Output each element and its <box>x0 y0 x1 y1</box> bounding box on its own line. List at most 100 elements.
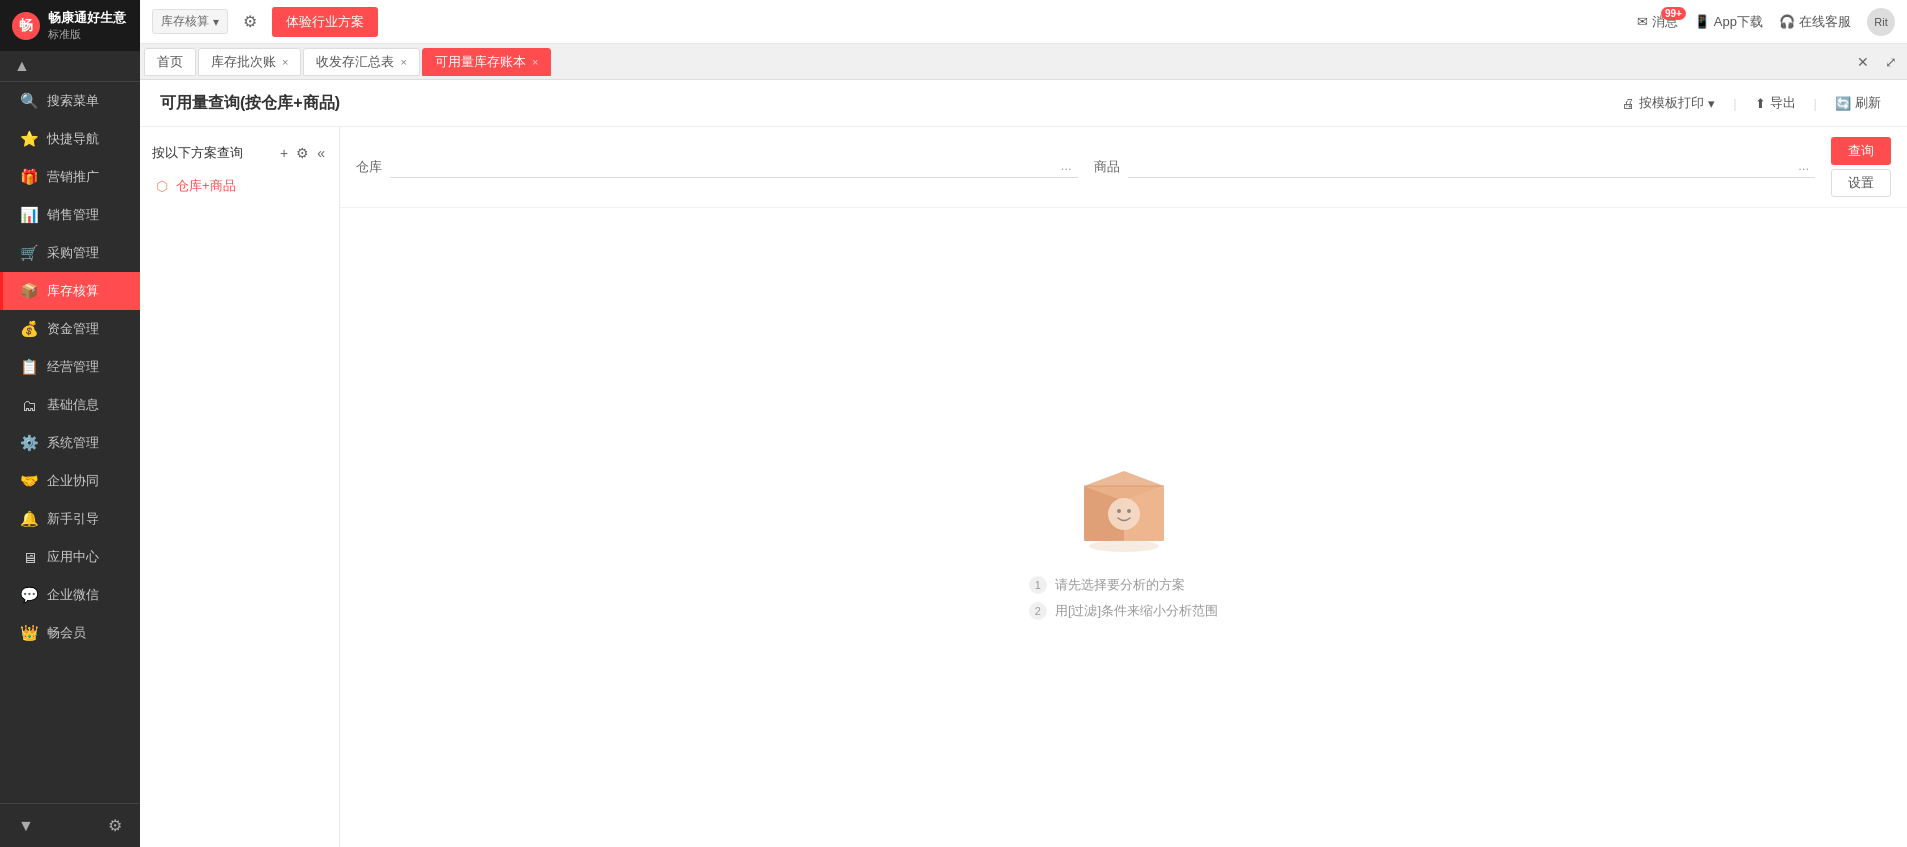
sidebar-item-inventory[interactable]: 📦 库存核算 <box>0 272 140 310</box>
phone-icon: 📱 <box>1694 14 1710 29</box>
sidebar-item-quicknav[interactable]: ⭐ 快捷导航 <box>0 120 140 158</box>
app-logo: 畅 <box>12 12 40 40</box>
app-edition: 标准版 <box>48 27 126 41</box>
filter-collapse-button[interactable]: « <box>315 143 327 163</box>
refresh-label: 刷新 <box>1855 94 1881 112</box>
tabs-end-buttons: ✕ ⤢ <box>1851 50 1903 74</box>
sidebar-item-label: 经营管理 <box>47 358 99 376</box>
sidebar-scroll-down[interactable]: ▼ <box>12 815 40 837</box>
app-download-label: App下载 <box>1714 13 1763 31</box>
refresh-icon: 🔄 <box>1835 96 1851 111</box>
sidebar-item-finance[interactable]: 💰 资金管理 <box>0 310 140 348</box>
filter-settings-button[interactable]: ⚙ <box>294 143 311 163</box>
filter-item-warehouse-product[interactable]: ⬡ 仓库+商品 <box>140 169 339 203</box>
main-area: 库存核算 ▾ ⚙ 体验行业方案 ✉ 消息 99+ 📱 App下载 🎧 在线客服 <box>140 0 1907 847</box>
export-button[interactable]: ⬆ 导出 <box>1749 90 1802 116</box>
product-more-button[interactable]: ... <box>1792 156 1815 175</box>
sidebar-item-label: 快捷导航 <box>47 130 99 148</box>
gift-icon: 🎁 <box>19 168 39 186</box>
sidebar-item-label: 企业协同 <box>47 472 99 490</box>
sidebar-item-label: 应用中心 <box>47 548 99 566</box>
online-service-button[interactable]: 🎧 在线客服 <box>1779 13 1851 31</box>
message-button[interactable]: ✉ 消息 99+ <box>1637 13 1678 31</box>
sidebar-item-vip[interactable]: 👑 畅会员 <box>0 614 140 652</box>
print-icon: 🖨 <box>1622 96 1635 111</box>
app-download-button[interactable]: 📱 App下载 <box>1694 13 1763 31</box>
warehouse-label: 仓库 <box>356 158 382 176</box>
user-avatar-button[interactable]: Rit <box>1867 8 1895 36</box>
sidebar-scroll-up[interactable]: ▲ <box>8 55 36 77</box>
topbar-settings-button[interactable]: ⚙ <box>236 8 264 36</box>
sidebar-settings[interactable]: ⚙ <box>102 814 128 837</box>
sidebar-item-basic[interactable]: 🗂 基础信息 <box>0 386 140 424</box>
warehouse-more-button[interactable]: ... <box>1055 156 1078 175</box>
sidebar-header: 畅 畅康通好生意 标准版 <box>0 0 140 51</box>
sidebar-item-appcenter[interactable]: 🖥 应用中心 <box>0 538 140 576</box>
tip-num-1: 1 <box>1029 576 1047 594</box>
sidebar-item-operation[interactable]: 📋 经营管理 <box>0 348 140 386</box>
empty-box-svg <box>1064 436 1184 556</box>
tab-available[interactable]: 可用量库存账本 × <box>422 48 551 76</box>
trial-button[interactable]: 体验行业方案 <box>272 7 378 37</box>
tab-available-label: 可用量库存账本 <box>435 53 526 71</box>
sidebar-item-label: 资金管理 <box>47 320 99 338</box>
sidebar-item-label: 畅会员 <box>47 624 86 642</box>
export-label: 导出 <box>1770 94 1796 112</box>
tab-batch-label: 库存批次账 <box>211 53 276 71</box>
tab-batch-close[interactable]: × <box>282 56 288 68</box>
filter-add-button[interactable]: + <box>278 143 290 163</box>
sidebar-item-newguide[interactable]: 🔔 新手引导 <box>0 500 140 538</box>
print-button[interactable]: 🖨 按模板打印 ▾ <box>1616 90 1721 116</box>
refresh-button[interactable]: 🔄 刷新 <box>1829 90 1887 116</box>
tip-num-2: 2 <box>1029 602 1047 620</box>
sidebar-nav: 🔍 搜索菜单 ⭐ 快捷导航 🎁 营销推广 📊 销售管理 🛒 采购管理 📦 库存核… <box>0 82 140 803</box>
sidebar-item-wechat[interactable]: 💬 企业微信 <box>0 576 140 614</box>
tab-batch[interactable]: 库存批次账 × <box>198 48 301 76</box>
tab-expand-button[interactable]: ⤢ <box>1879 50 1903 74</box>
export-icon: ⬆ <box>1755 96 1766 111</box>
tab-close-button[interactable]: ✕ <box>1851 50 1875 74</box>
chat-icon: 💬 <box>19 586 39 604</box>
folder-icon: 🗂 <box>19 397 39 414</box>
sidebar-item-sales[interactable]: 📊 销售管理 <box>0 196 140 234</box>
handshake-icon: 🤝 <box>19 472 39 490</box>
tab-summary-close[interactable]: × <box>400 56 406 68</box>
content-area: 按以下方案查询 + ⚙ « ⬡ 仓库+商品 仓库 ... <box>140 127 1907 847</box>
product-field: 商品 ... <box>1094 156 1816 178</box>
cube-icon: ⬡ <box>156 178 168 194</box>
cart-icon: 🛒 <box>19 244 39 262</box>
tab-home-label: 首页 <box>157 53 183 71</box>
tabs-bar: 首页 库存批次账 × 收发存汇总表 × 可用量库存账本 × ✕ ⤢ <box>140 44 1907 80</box>
tab-summary[interactable]: 收发存汇总表 × <box>303 48 419 76</box>
monitor-icon: 🖥 <box>19 549 39 566</box>
sidebar-item-marketing[interactable]: 🎁 营销推广 <box>0 158 140 196</box>
sidebar-item-label: 新手引导 <box>47 510 99 528</box>
svg-point-5 <box>1117 509 1121 513</box>
gear-icon: ⚙️ <box>19 434 39 452</box>
headset-icon: 🎧 <box>1779 14 1795 29</box>
empty-tips: 1 请先选择要分析的方案 2 用[过滤]条件来缩小分析范围 <box>1029 576 1218 620</box>
query-button[interactable]: 查询 <box>1831 137 1891 165</box>
divider-2: | <box>1814 96 1817 111</box>
breadcrumb-text: 库存核算 <box>161 13 209 30</box>
empty-state: 1 请先选择要分析的方案 2 用[过滤]条件来缩小分析范围 <box>340 208 1907 847</box>
sidebar-item-system[interactable]: ⚙️ 系统管理 <box>0 424 140 462</box>
filter-section-title: 按以下方案查询 <box>152 144 243 162</box>
tab-home[interactable]: 首页 <box>144 48 196 76</box>
product-input[interactable] <box>1128 158 1793 173</box>
sidebar-item-label: 基础信息 <box>47 396 99 414</box>
crown-icon: 👑 <box>19 624 39 642</box>
settings-button-small[interactable]: 设置 <box>1831 169 1891 197</box>
tab-available-close[interactable]: × <box>532 56 538 68</box>
sidebar-item-label: 营销推广 <box>47 168 99 186</box>
sidebar-item-purchase[interactable]: 🛒 采购管理 <box>0 234 140 272</box>
tip-text-2: 用[过滤]条件来缩小分析范围 <box>1055 602 1218 620</box>
tab-summary-label: 收发存汇总表 <box>316 53 394 71</box>
message-badge: 99+ <box>1661 7 1686 20</box>
print-label: 按模板打印 <box>1639 94 1704 112</box>
page-actions: 🖨 按模板打印 ▾ | ⬆ 导出 | 🔄 刷新 <box>1616 90 1887 116</box>
sidebar-item-enterprise[interactable]: 🤝 企业协同 <box>0 462 140 500</box>
sidebar-item-search[interactable]: 🔍 搜索菜单 <box>0 82 140 120</box>
empty-illustration <box>1064 436 1184 556</box>
warehouse-input[interactable] <box>390 158 1055 173</box>
